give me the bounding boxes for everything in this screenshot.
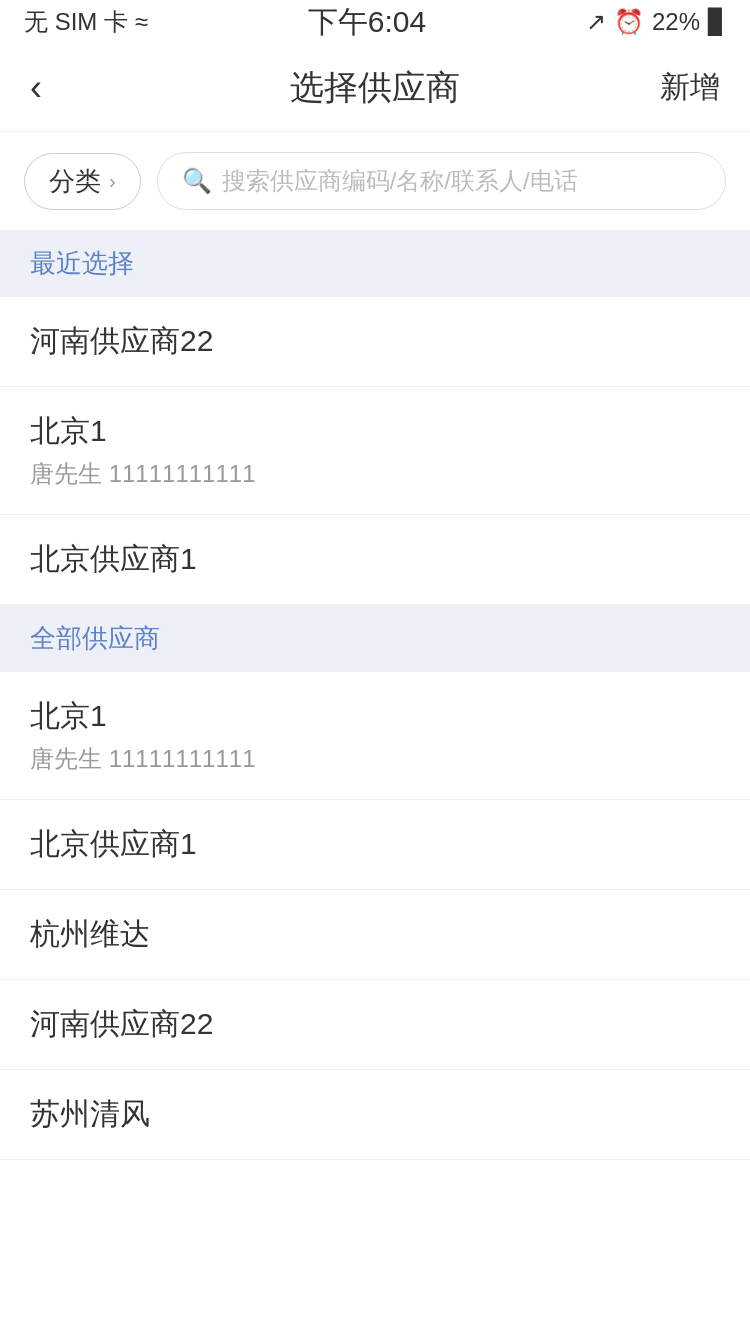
item-name: 北京1: [30, 696, 720, 737]
list-item[interactable]: 河南供应商22: [0, 297, 750, 387]
status-left: 无 SIM 卡 ≈: [24, 6, 148, 38]
item-sub: 唐先生 11111111111: [30, 743, 720, 775]
location-icon: ↗: [586, 8, 606, 36]
list-item[interactable]: 苏州清风: [0, 1070, 750, 1160]
page-title: 选择供应商: [290, 65, 460, 111]
item-name: 苏州清风: [30, 1094, 720, 1135]
alarm-icon: ⏰: [614, 8, 644, 36]
item-name: 北京1: [30, 411, 720, 452]
chevron-right-icon: ›: [109, 170, 116, 193]
status-time: 下午6:04: [308, 2, 426, 43]
list-item[interactable]: 北京供应商1: [0, 515, 750, 605]
list-item[interactable]: 北京供应商1: [0, 800, 750, 890]
status-bar: 无 SIM 卡 ≈ 下午6:04 ↗ ⏰ 22% ▊: [0, 0, 750, 44]
search-box[interactable]: 🔍 搜索供应商编码/名称/联系人/电话: [157, 152, 726, 210]
item-name: 河南供应商22: [30, 1004, 720, 1045]
battery-icon: ▊: [708, 8, 726, 36]
back-button[interactable]: ‹: [30, 67, 90, 109]
category-button[interactable]: 分类 ›: [24, 153, 141, 210]
status-right: ↗ ⏰ 22% ▊: [586, 8, 726, 36]
item-name: 河南供应商22: [30, 321, 720, 362]
battery-level: 22%: [652, 8, 700, 36]
all-section-header: 全部供应商: [0, 605, 750, 672]
list-item[interactable]: 河南供应商22: [0, 980, 750, 1070]
search-placeholder: 搜索供应商编码/名称/联系人/电话: [222, 165, 578, 197]
nav-bar: ‹ 选择供应商 新增: [0, 44, 750, 132]
item-name: 杭州维达: [30, 914, 720, 955]
item-sub: 唐先生 11111111111: [30, 458, 720, 490]
recent-section-header: 最近选择: [0, 230, 750, 297]
category-label: 分类: [49, 164, 101, 199]
list-item[interactable]: 北京1 唐先生 11111111111: [0, 672, 750, 800]
filter-bar: 分类 › 🔍 搜索供应商编码/名称/联系人/电话: [0, 132, 750, 230]
item-name: 北京供应商1: [30, 824, 720, 865]
sim-status: 无 SIM 卡 ≈: [24, 6, 148, 38]
item-name: 北京供应商1: [30, 539, 720, 580]
list-item[interactable]: 北京1 唐先生 11111111111: [0, 387, 750, 515]
search-icon: 🔍: [182, 167, 212, 195]
list-item[interactable]: 杭州维达: [0, 890, 750, 980]
add-button[interactable]: 新增: [660, 67, 720, 108]
